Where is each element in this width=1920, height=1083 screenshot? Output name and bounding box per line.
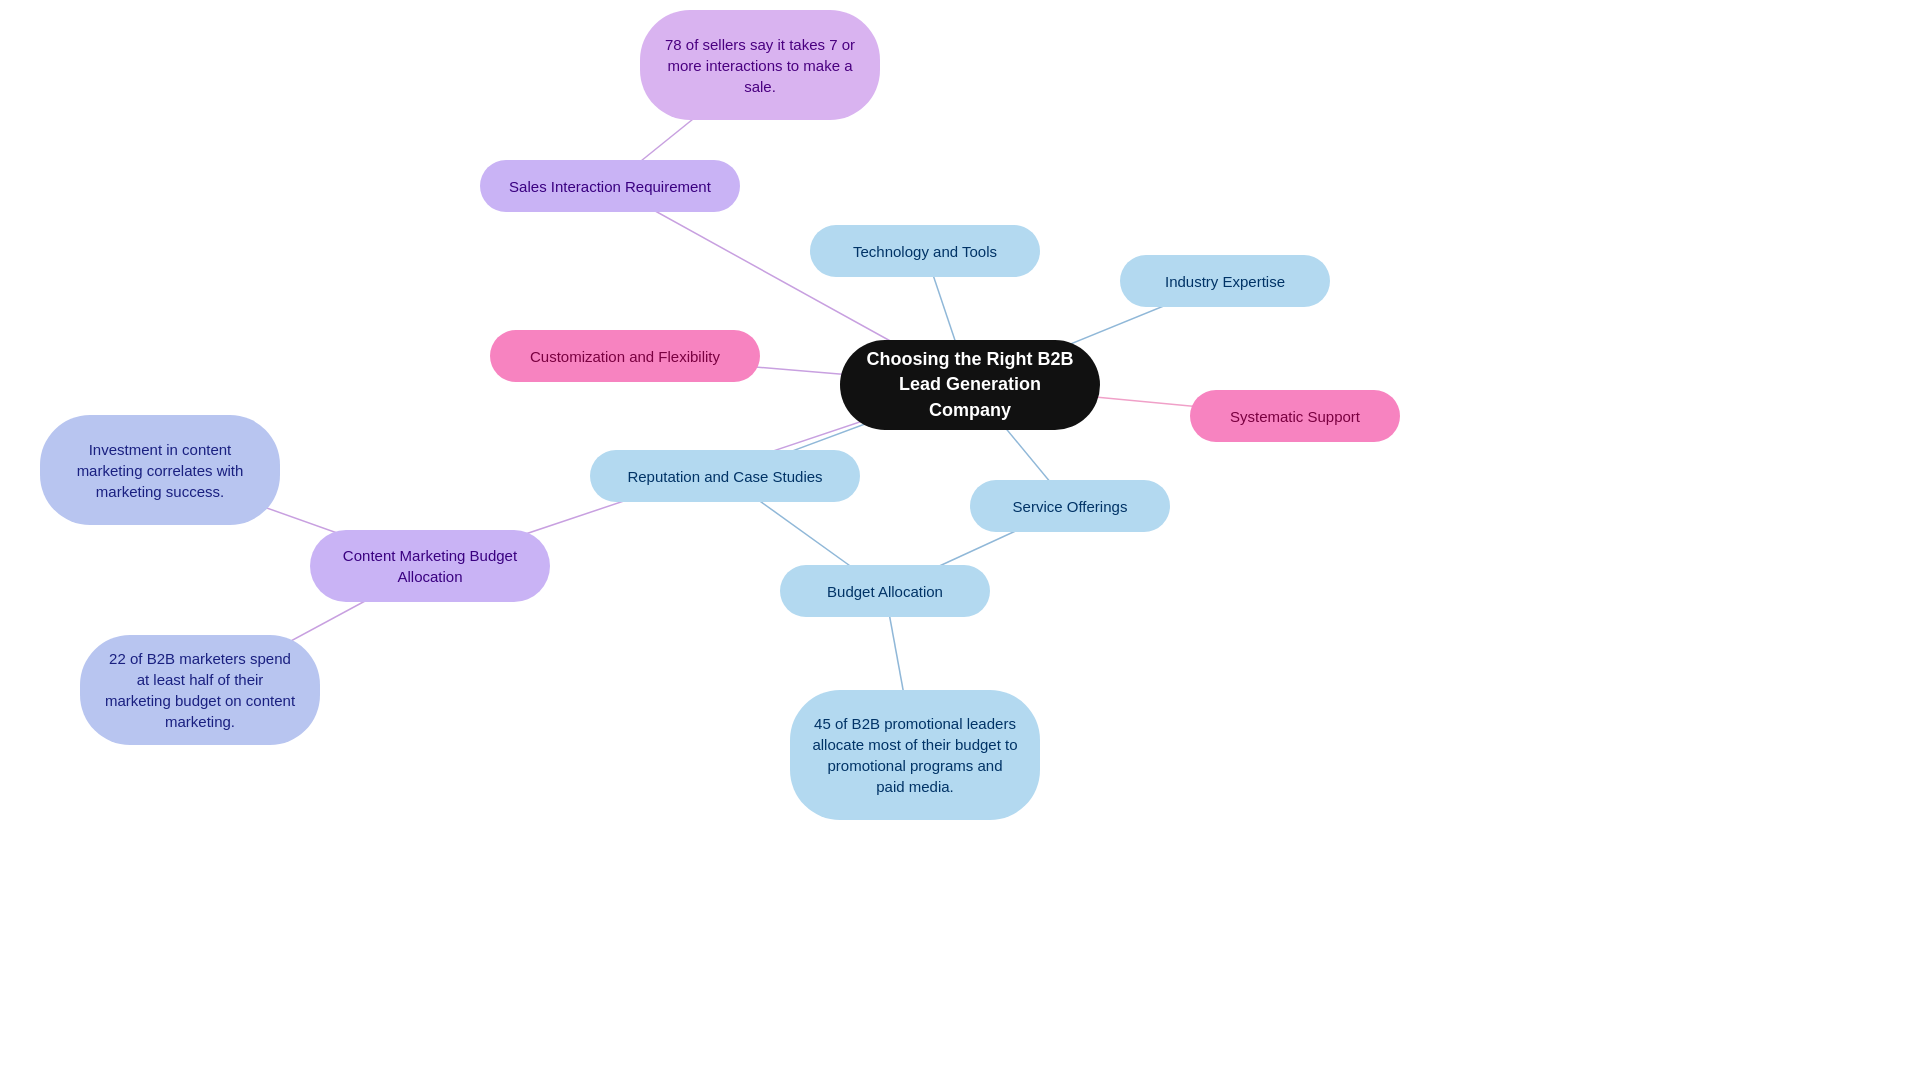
investment-stat-node: Investment in content marketing correlat… [40, 415, 280, 525]
industry-expertise-node: Industry Expertise [1120, 255, 1330, 307]
budget-allocation-node: Budget Allocation [780, 565, 990, 617]
systematic-support-node: Systematic Support [1190, 390, 1400, 442]
reputation-node: Reputation and Case Studies [590, 450, 860, 502]
tech-tools-node: Technology and Tools [810, 225, 1040, 277]
b2b-promo-stat-node: 45 of B2B promotional leaders allocate m… [790, 690, 1040, 820]
sellers-stat-node: 78 of sellers say it takes 7 or more int… [640, 10, 880, 120]
central-node: Choosing the Right B2B Lead Generation C… [840, 340, 1100, 430]
sales-interaction-node: Sales Interaction Requirement [480, 160, 740, 212]
content-marketing-node: Content Marketing Budget Allocation [310, 530, 550, 602]
customization-node: Customization and Flexibility [490, 330, 760, 382]
b2b-marketers-stat-node: 22 of B2B marketers spend at least half … [80, 635, 320, 745]
service-offerings-node: Service Offerings [970, 480, 1170, 532]
